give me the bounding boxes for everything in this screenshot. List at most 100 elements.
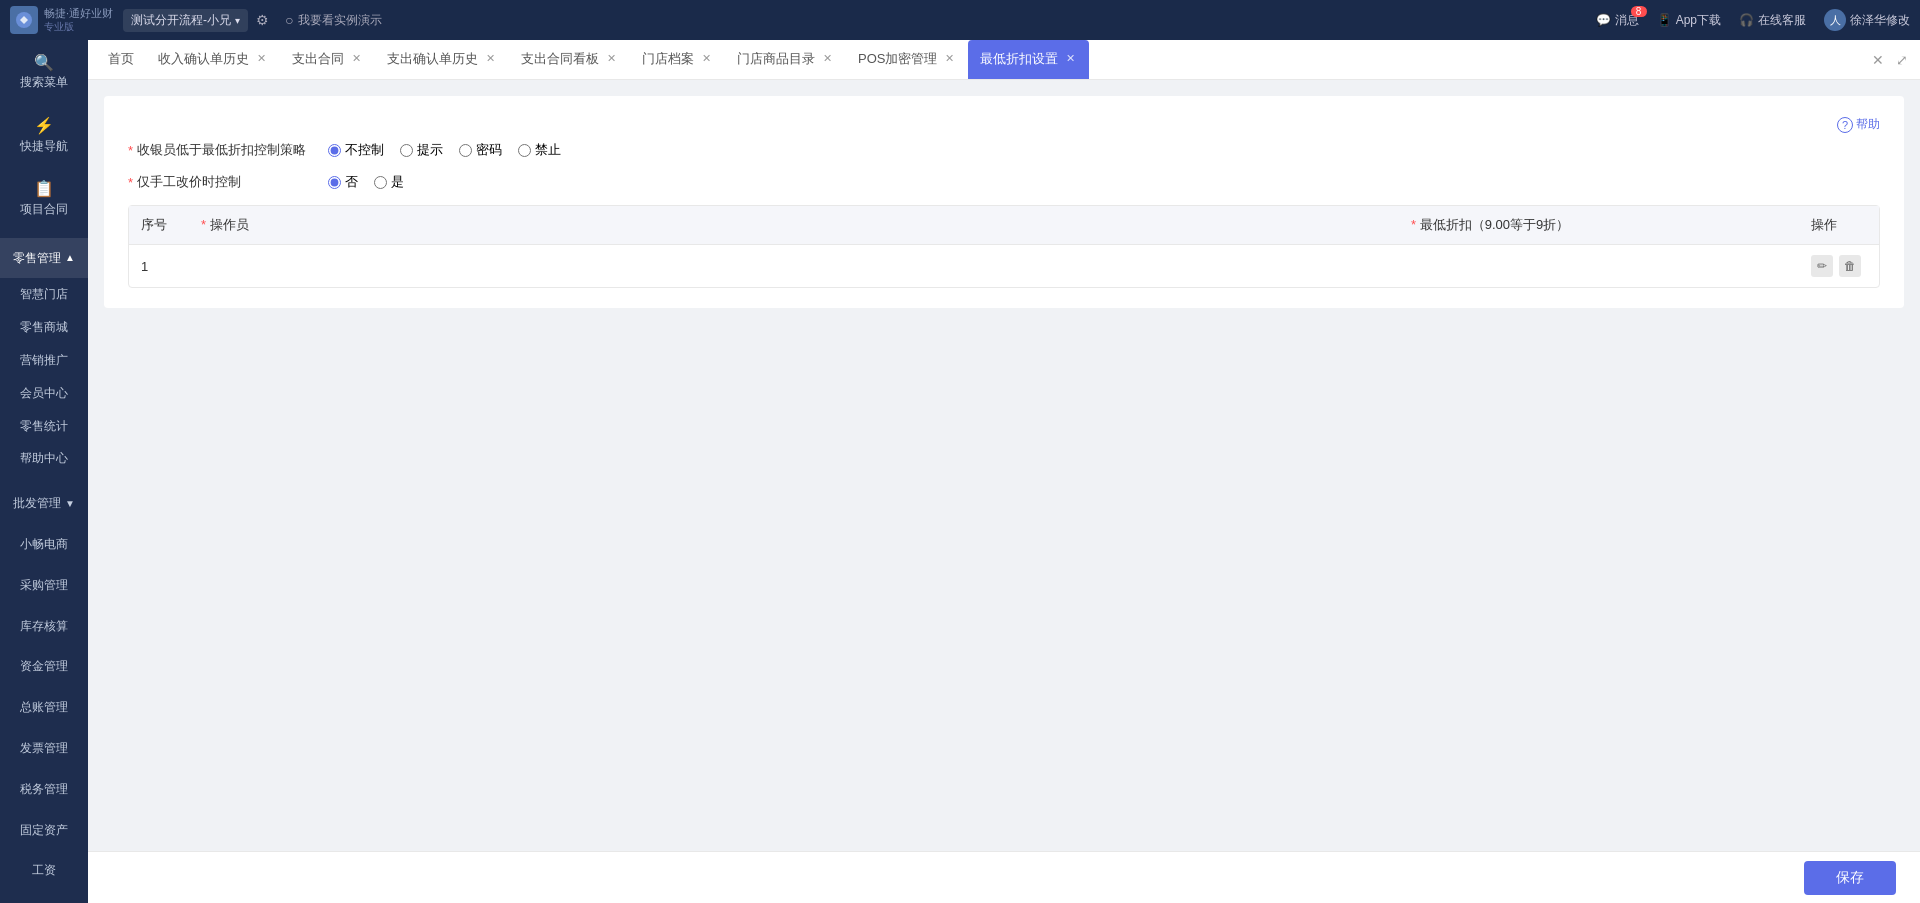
tab-close-expense-contract[interactable]: ✕ [350, 51, 363, 66]
sidebar-item-ledger[interactable]: 总账管理 [0, 687, 88, 728]
data-table-wrapper: 序号 * 操作员 * 最低折扣（9.00等于9折） 操作 [128, 205, 1880, 288]
radio-forbid[interactable] [518, 144, 531, 157]
tab-store-profile[interactable]: 门店档案 ✕ [630, 40, 725, 80]
sidebar-item-finance[interactable]: 资金管理 [0, 646, 88, 687]
sidebar-settings-button[interactable]: ⚙ [0, 891, 88, 903]
discount-strategy-row: * 收银员低于最低折扣控制策略 不控制 提示 [128, 141, 1880, 159]
sidebar-item-inventory[interactable]: 库存核算 [0, 606, 88, 647]
question-icon: ? [1837, 117, 1853, 133]
option-yes[interactable]: 是 [374, 173, 404, 191]
form-card: ? 帮助 * 收银员低于最低折扣控制策略 不控制 [104, 96, 1904, 308]
sidebar-item-help[interactable]: 帮助中心 [0, 442, 88, 475]
tab-expand-button[interactable]: ⤢ [1892, 50, 1912, 70]
top-right-bar: 💬 消息 8 📱 App下载 🎧 在线客服 人 徐泽华修改 [1596, 9, 1910, 31]
radio-password[interactable] [459, 144, 472, 157]
radio-yes[interactable] [374, 176, 387, 189]
sidebar-item-marketing[interactable]: 营销推广 [0, 344, 88, 377]
option-forbid[interactable]: 禁止 [518, 141, 561, 159]
settings-button[interactable]: ⚙ [256, 12, 269, 28]
project-name: 测试分开流程-小兄 [131, 12, 231, 29]
tab-pos-password[interactable]: POS加密管理 ✕ [846, 40, 968, 80]
online-service-button[interactable]: 🎧 在线客服 [1739, 12, 1806, 29]
cell-operator [189, 245, 1399, 288]
sidebar: 🔍 搜索菜单 ⚡ 快捷导航 📋 项目合同 零售管理 ▲ 智慧门店 零售商城 营销… [0, 40, 88, 903]
option-no-control[interactable]: 不控制 [328, 141, 384, 159]
sidebar-item-tax[interactable]: 税务管理 [0, 769, 88, 810]
sidebar-item-smart-store[interactable]: 智慧门店 [0, 278, 88, 311]
tab-home[interactable]: 首页 [96, 40, 146, 80]
tab-expense-confirm-history[interactable]: 支出确认单历史 ✕ [375, 40, 509, 80]
tab-close-store-product[interactable]: ✕ [821, 51, 834, 66]
sidebar-item-purchase[interactable]: 采购管理 [0, 565, 88, 606]
sidebar-item-salary[interactable]: 工资 [0, 850, 88, 891]
sidebar-item-fixed-assets[interactable]: 固定资产 [0, 810, 88, 851]
delete-button[interactable]: 🗑 [1839, 255, 1861, 277]
sidebar-item-ecommerce[interactable]: 小畅电商 [0, 524, 88, 565]
logo-text: 畅捷·通好业财 专业版 [44, 7, 113, 32]
content-area: 首页 收入确认单历史 ✕ 支出合同 ✕ 支出确认单历史 ✕ 支出合同看板 ✕ 门… [88, 40, 1920, 903]
tab-store-product[interactable]: 门店商品目录 ✕ [725, 40, 846, 80]
bottom-bar: 保存 [88, 851, 1920, 903]
tab-controls: ✕ ⤢ [1868, 50, 1912, 70]
option-remind[interactable]: 提示 [400, 141, 443, 159]
arrow-down-icon: ▼ [65, 497, 75, 511]
tab-close-min-discount[interactable]: ✕ [1064, 51, 1077, 66]
tab-close-store-profile[interactable]: ✕ [700, 51, 713, 66]
sidebar-item-wholesale[interactable]: 批发管理 ▼ [0, 483, 88, 524]
arrow-up-icon: ▲ [65, 251, 75, 265]
chevron-down-icon: ▾ [235, 15, 240, 26]
tab-close-expense-confirm[interactable]: ✕ [484, 51, 497, 66]
sidebar-item-invoice[interactable]: 发票管理 [0, 728, 88, 769]
action-buttons: ✏ 🗑 [1811, 255, 1867, 277]
sidebar-item-retail-mall[interactable]: 零售商城 [0, 311, 88, 344]
tab-close-all-button[interactable]: ✕ [1868, 50, 1888, 70]
table-header: 序号 * 操作员 * 最低折扣（9.00等于9折） 操作 [129, 206, 1879, 245]
manual-price-label: * 仅手工改价时控制 [128, 173, 328, 191]
logo: 畅捷·通好业财 专业版 [10, 6, 113, 34]
radio-remind[interactable] [400, 144, 413, 157]
app-download-button[interactable]: 📱 App下载 [1657, 12, 1721, 29]
download-icon: 📱 [1657, 13, 1672, 27]
cell-seq: 1 [129, 245, 189, 288]
data-table: 序号 * 操作员 * 最低折扣（9.00等于9折） 操作 [129, 206, 1879, 287]
main-layout: 🔍 搜索菜单 ⚡ 快捷导航 📋 项目合同 零售管理 ▲ 智慧门店 零售商城 营销… [0, 40, 1920, 903]
radio-no[interactable] [328, 176, 341, 189]
manual-price-row: * 仅手工改价时控制 否 是 [128, 173, 1880, 191]
manual-price-radio-group: 否 是 [328, 173, 404, 191]
discount-strategy-radio-group: 不控制 提示 密码 禁止 [328, 141, 561, 159]
edit-button[interactable]: ✏ [1811, 255, 1833, 277]
top-header: 畅捷·通好业财 专业版 测试分开流程-小兄 ▾ ⚙ ○ 我要看实例演示 💬 消息… [0, 0, 1920, 40]
cell-action: ✏ 🗑 [1799, 245, 1879, 288]
tab-expense-contract-board[interactable]: 支出合同看板 ✕ [509, 40, 630, 80]
user-avatar-icon: 人 [1824, 9, 1846, 31]
option-password[interactable]: 密码 [459, 141, 502, 159]
tab-min-discount[interactable]: 最低折扣设置 ✕ [968, 40, 1089, 80]
option-no[interactable]: 否 [328, 173, 358, 191]
message-button[interactable]: 💬 消息 8 [1596, 12, 1639, 29]
sidebar-item-project[interactable]: 📋 项目合同 [0, 166, 88, 229]
sidebar-item-search[interactable]: 🔍 搜索菜单 [0, 40, 88, 103]
radio-no-control[interactable] [328, 144, 341, 157]
save-button[interactable]: 保存 [1804, 861, 1896, 895]
table-body: 1 ✏ 🗑 [129, 245, 1879, 288]
table-row: 1 ✏ 🗑 [129, 245, 1879, 288]
tab-close-pos-password[interactable]: ✕ [943, 51, 956, 66]
sidebar-item-shortcut[interactable]: ⚡ 快捷导航 [0, 103, 88, 166]
col-header-seq: 序号 [129, 206, 189, 245]
project-selector[interactable]: 测试分开流程-小兄 ▾ [123, 9, 248, 32]
sidebar-item-member[interactable]: 会员中心 [0, 377, 88, 410]
user-profile-button[interactable]: 人 徐泽华修改 [1824, 9, 1910, 31]
message-badge: 8 [1631, 6, 1647, 17]
message-icon: 💬 [1596, 13, 1611, 27]
tab-expense-contract[interactable]: 支出合同 ✕ [280, 40, 375, 80]
sidebar-item-retail-stat[interactable]: 零售统计 [0, 410, 88, 443]
help-button[interactable]: ? 帮助 [1837, 116, 1880, 133]
logo-icon [10, 6, 38, 34]
demo-link[interactable]: ○ 我要看实例演示 [285, 12, 381, 29]
tab-close-income-history[interactable]: ✕ [255, 51, 268, 66]
required-star2: * [128, 175, 133, 190]
col-header-discount: * 最低折扣（9.00等于9折） [1399, 206, 1799, 245]
tab-income-history[interactable]: 收入确认单历史 ✕ [146, 40, 280, 80]
tab-close-expense-board[interactable]: ✕ [605, 51, 618, 66]
sidebar-item-retail[interactable]: 零售管理 ▲ [0, 238, 88, 279]
